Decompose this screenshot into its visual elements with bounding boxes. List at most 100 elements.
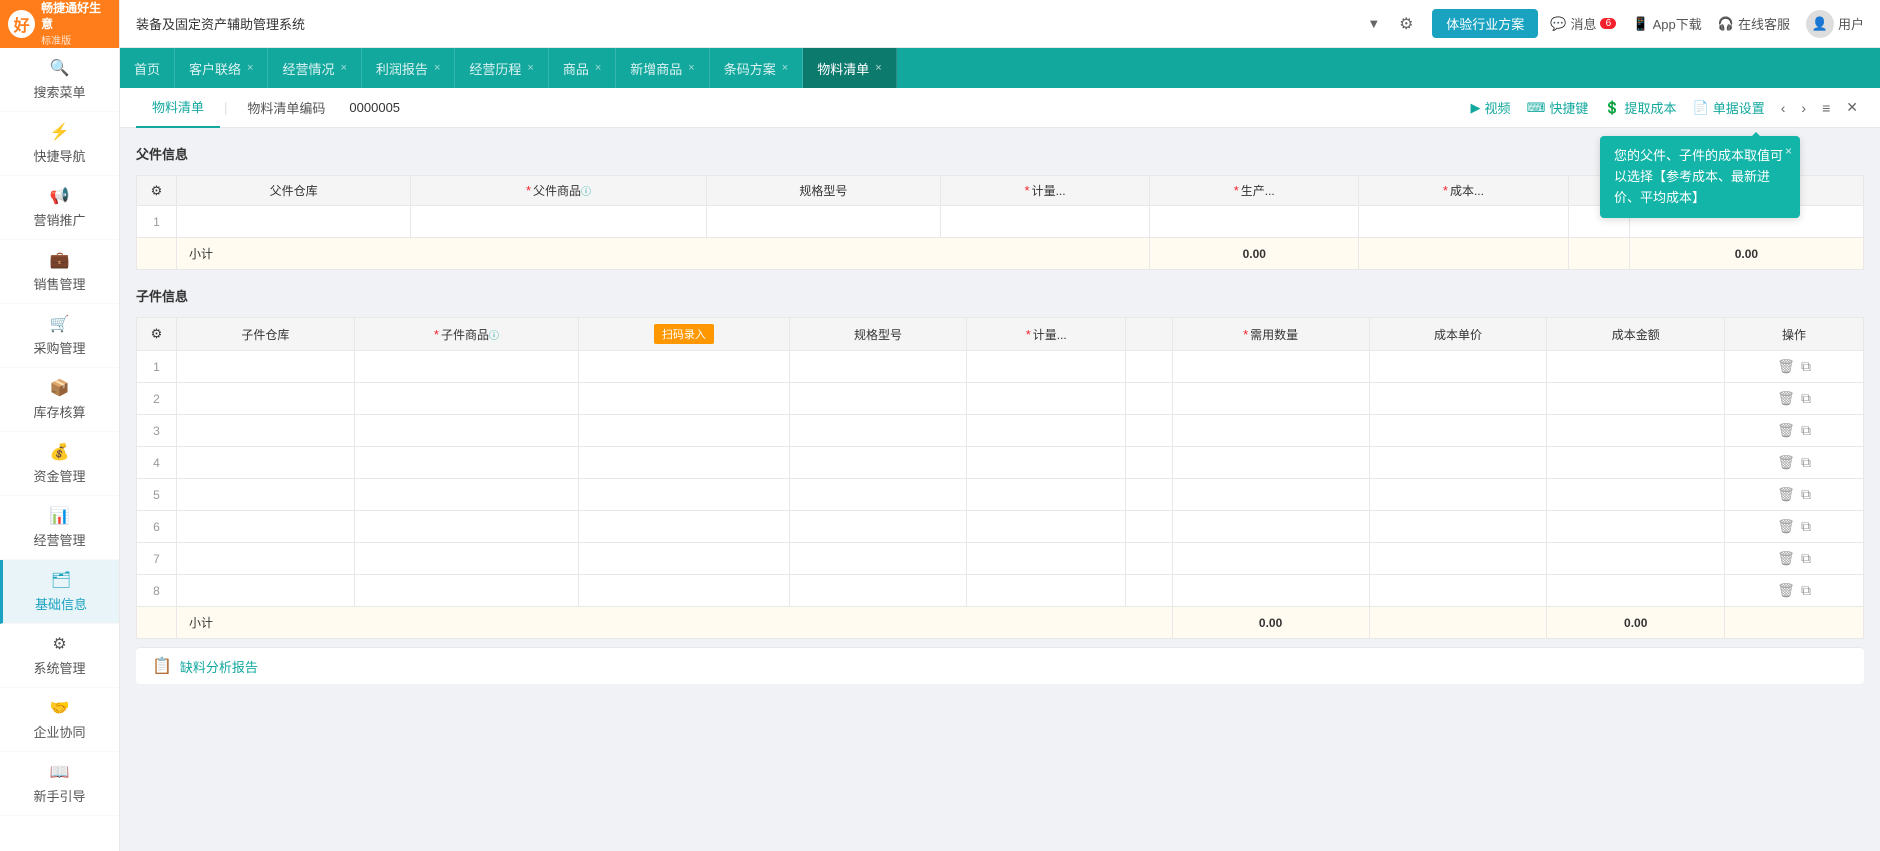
prev-btn[interactable]: ‹ <box>1775 98 1792 118</box>
gear-icon[interactable]: ⚙ <box>151 183 163 198</box>
child-row-3-qty[interactable] <box>1172 415 1369 447</box>
nav-tab-close-1[interactable]: × <box>247 62 253 74</box>
child-row-5-delete-icon[interactable]: 🗑 <box>1777 486 1795 503</box>
child-row-4-product[interactable] <box>354 447 578 479</box>
tooltip-close-btn[interactable]: × <box>1785 142 1792 161</box>
child-row-7-unit[interactable] <box>967 543 1126 575</box>
sidebar-item-marketing[interactable]: 📢营销推广 <box>0 176 119 240</box>
child-row-3-warehouse[interactable] <box>177 415 355 447</box>
nav-tab-3[interactable]: 利润报告 × <box>362 48 455 88</box>
child-row-1-unit-cost[interactable] <box>1369 351 1547 383</box>
child-row-4-delete-icon[interactable]: 🗑 <box>1777 454 1795 471</box>
nav-tab-close-8[interactable]: × <box>875 62 881 74</box>
sub-tab-bill-of-materials[interactable]: 物料清单 <box>136 88 220 128</box>
parent-row-1-unit[interactable] <box>940 206 1149 238</box>
nav-tab-close-5[interactable]: × <box>595 62 601 74</box>
child-row-6-unit-cost[interactable] <box>1369 511 1547 543</box>
child-row-2-warehouse[interactable] <box>177 383 355 415</box>
child-col-scan[interactable]: 扫码录入 <box>579 318 790 351</box>
child-row-4-copy-icon[interactable]: ⧉ <box>1801 454 1811 471</box>
child-col-gear[interactable]: ⚙ <box>137 318 177 351</box>
child-row-1-spec[interactable] <box>789 351 967 383</box>
child-row-2-unit[interactable] <box>967 383 1126 415</box>
sidebar-item-search[interactable]: 🔍搜索菜单 <box>0 48 119 112</box>
nav-tab-close-6[interactable]: × <box>688 62 694 74</box>
user-btn[interactable]: 👤 用户 <box>1806 10 1864 38</box>
child-row-3-unit-cost[interactable] <box>1369 415 1547 447</box>
child-row-7-copy-icon[interactable]: ⧉ <box>1801 550 1811 567</box>
nav-tab-close-3[interactable]: × <box>434 62 440 74</box>
child-row-3-delete-icon[interactable]: 🗑 <box>1777 422 1795 439</box>
nav-tab-8[interactable]: 物料清单 × <box>803 48 896 88</box>
child-row-3-amount[interactable] <box>1547 415 1725 447</box>
child-row-2-delete-icon[interactable]: 🗑 <box>1777 390 1795 407</box>
child-row-6-warehouse[interactable] <box>177 511 355 543</box>
child-row-3-spec[interactable] <box>789 415 967 447</box>
menu-btn[interactable]: ≡ <box>1816 98 1836 118</box>
child-row-8-unit[interactable] <box>967 575 1126 607</box>
sidebar-item-purchase[interactable]: 🛒采购管理 <box>0 304 119 368</box>
child-row-7-product[interactable] <box>354 543 578 575</box>
trial-button[interactable]: 体验行业方案 <box>1432 9 1538 38</box>
child-row-7-spec[interactable] <box>789 543 967 575</box>
sidebar-item-guide[interactable]: 📖新手引导 <box>0 752 119 816</box>
online-service-btn[interactable]: 🎧 在线客服 <box>1718 14 1790 33</box>
child-row-6-spec[interactable] <box>789 511 967 543</box>
sidebar-item-quick-nav[interactable]: ⚡快捷导航 <box>0 112 119 176</box>
child-row-3-unit[interactable] <box>967 415 1126 447</box>
child-row-4-warehouse[interactable] <box>177 447 355 479</box>
nav-tab-4[interactable]: 经营历程 × <box>455 48 548 88</box>
child-row-6-copy-icon[interactable]: ⧉ <box>1801 518 1811 535</box>
child-row-5-warehouse[interactable] <box>177 479 355 511</box>
child-row-7-warehouse[interactable] <box>177 543 355 575</box>
nav-tab-5[interactable]: 商品 × <box>549 48 616 88</box>
child-row-7-unit-cost[interactable] <box>1369 543 1547 575</box>
sidebar-item-finance[interactable]: 💰资金管理 <box>0 432 119 496</box>
child-row-7-qty[interactable] <box>1172 543 1369 575</box>
video-btn[interactable]: ▶ 视频 <box>1465 96 1517 119</box>
child-gear-icon[interactable]: ⚙ <box>151 326 163 341</box>
child-row-8-spec[interactable] <box>789 575 967 607</box>
parent-col-gear[interactable]: ⚙ <box>137 176 177 206</box>
child-row-1-copy-icon[interactable]: ⧉ <box>1801 358 1811 375</box>
parent-row-1-warehouse[interactable] <box>177 206 411 238</box>
sidebar-item-enterprise[interactable]: 🤝企业协同 <box>0 688 119 752</box>
child-row-5-unit-cost[interactable] <box>1369 479 1547 511</box>
child-row-2-unit-cost[interactable] <box>1369 383 1547 415</box>
sidebar-item-basic-info[interactable]: 🗂基础信息 <box>0 560 119 624</box>
child-row-8-delete-icon[interactable]: 🗑 <box>1777 582 1795 599</box>
child-row-6-product[interactable] <box>354 511 578 543</box>
child-row-5-amount[interactable] <box>1547 479 1725 511</box>
child-row-5-qty[interactable] <box>1172 479 1369 511</box>
child-row-5-copy-icon[interactable]: ⧉ <box>1801 486 1811 503</box>
child-row-6-delete-icon[interactable]: 🗑 <box>1777 518 1795 535</box>
child-row-7-amount[interactable] <box>1547 543 1725 575</box>
child-row-4-spec[interactable] <box>789 447 967 479</box>
child-row-1-unit[interactable] <box>967 351 1126 383</box>
parent-row-1-product[interactable] <box>411 206 707 238</box>
child-row-6-unit[interactable] <box>967 511 1126 543</box>
child-row-1-amount[interactable] <box>1547 351 1725 383</box>
parent-row-1-production[interactable] <box>1150 206 1359 238</box>
child-row-6-qty[interactable] <box>1172 511 1369 543</box>
sidebar-item-management[interactable]: 📊经营管理 <box>0 496 119 560</box>
nav-tab-close-2[interactable]: × <box>340 62 346 74</box>
child-row-4-qty[interactable] <box>1172 447 1369 479</box>
child-row-4-amount[interactable] <box>1547 447 1725 479</box>
nav-tab-close-4[interactable]: × <box>527 62 533 74</box>
child-row-8-warehouse[interactable] <box>177 575 355 607</box>
child-row-1-delete-icon[interactable]: 🗑 <box>1777 358 1795 375</box>
cost-btn[interactable]: 💲 提取成本 <box>1598 96 1682 119</box>
child-row-2-amount[interactable] <box>1547 383 1725 415</box>
sidebar-item-inventory[interactable]: 📦库存核算 <box>0 368 119 432</box>
nav-tab-close-7[interactable]: × <box>782 62 788 74</box>
child-row-7-delete-icon[interactable]: 🗑 <box>1777 550 1795 567</box>
parent-row-1-cost[interactable] <box>1359 206 1568 238</box>
close-page-btn[interactable]: ✕ <box>1840 97 1864 118</box>
nav-tab-0[interactable]: 首页 <box>120 48 175 88</box>
child-row-6-amount[interactable] <box>1547 511 1725 543</box>
child-row-2-copy-icon[interactable]: ⧉ <box>1801 390 1811 407</box>
child-row-4-unit[interactable] <box>967 447 1126 479</box>
child-row-8-copy-icon[interactable]: ⧉ <box>1801 582 1811 599</box>
app-download-btn[interactable]: 📱 App下载 <box>1632 14 1701 33</box>
